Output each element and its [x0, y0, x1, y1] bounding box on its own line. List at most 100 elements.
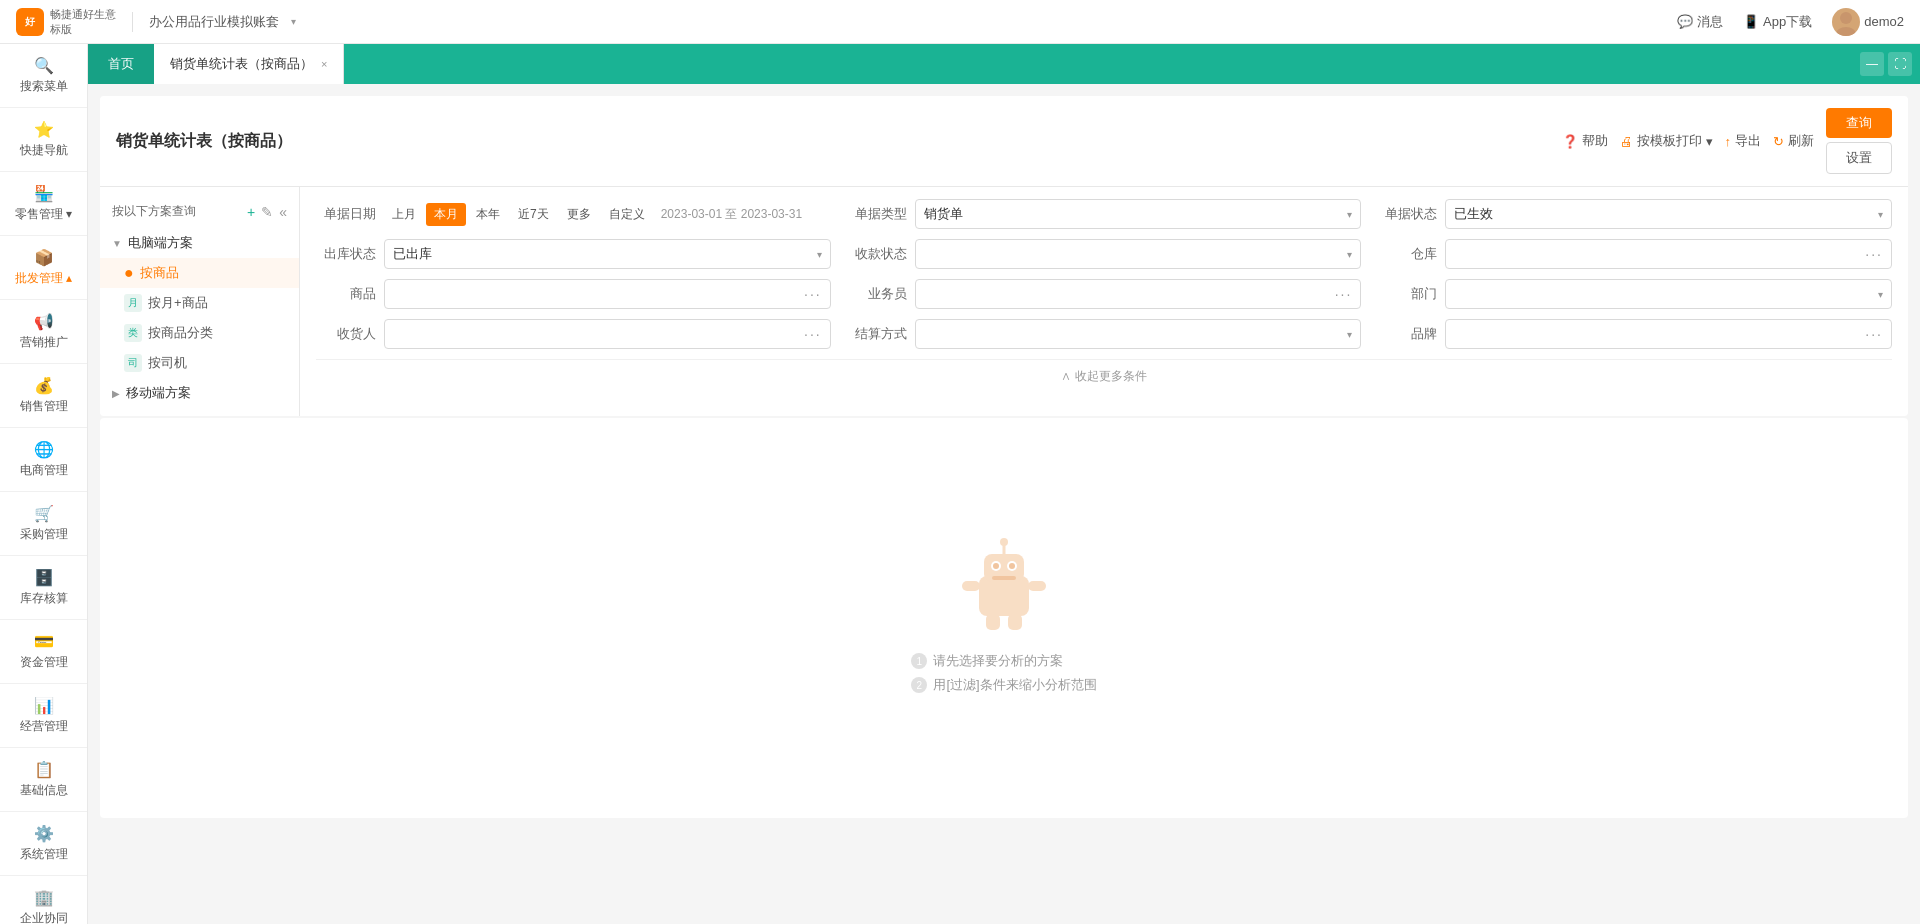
- filter-warehouse: 仓库 ···: [1377, 239, 1892, 269]
- ecommerce-icon: 🌐: [8, 440, 79, 459]
- date-tab-this-year[interactable]: 本年: [468, 203, 508, 226]
- sidebar-item-operations[interactable]: 📊 经营管理: [0, 684, 87, 748]
- tree-node-by-driver[interactable]: 司 按司机: [100, 348, 299, 378]
- filter-order-status: 单据状态 已生效 ▾: [1377, 199, 1892, 229]
- print-dropdown-icon[interactable]: ▾: [1706, 134, 1713, 149]
- avatar: [1832, 8, 1860, 36]
- svg-point-10: [1000, 538, 1008, 546]
- sidebar-item-ecommerce[interactable]: 🌐 电商管理: [0, 428, 87, 492]
- sidebar-item-purchase[interactable]: 🛒 采购管理: [0, 492, 87, 556]
- brand-control[interactable]: ···: [1445, 319, 1892, 349]
- collapse-scheme-icon[interactable]: «: [279, 204, 287, 220]
- filter-date: 单据日期 上月 本月 本年 近7天 更多 自定义: [316, 203, 831, 226]
- order-type-label: 单据类型: [847, 205, 907, 223]
- sidebar-item-marketing[interactable]: 📢 营销推广: [0, 300, 87, 364]
- order-type-control[interactable]: 销货单 ▾: [915, 199, 1362, 229]
- filter-receipt-status: 收款状态 ▾: [847, 239, 1362, 269]
- query-button[interactable]: 查询: [1826, 108, 1892, 138]
- help-button[interactable]: ❓ 帮助: [1562, 132, 1608, 150]
- tab-maximize-button[interactable]: ⛶: [1888, 52, 1912, 76]
- finance-icon: 💳: [8, 632, 79, 651]
- dept-control[interactable]: ▾: [1445, 279, 1892, 309]
- export-icon: ↑: [1725, 134, 1732, 149]
- refresh-button[interactable]: ↻ 刷新: [1773, 132, 1814, 150]
- right-panel: 单据日期 上月 本月 本年 近7天 更多 自定义: [300, 187, 1908, 416]
- filter-order-type: 单据类型 销货单 ▾: [847, 199, 1362, 229]
- sidebar-item-inventory[interactable]: 🗄️ 库存核算: [0, 556, 87, 620]
- date-tab-more[interactable]: 更多: [559, 203, 599, 226]
- tab-home[interactable]: 首页: [88, 44, 154, 84]
- filter-row-4: 收货人 ··· 结算方式 ▾: [316, 319, 1892, 349]
- sidebar-item-wholesale[interactable]: 📦 批发管理 ▴: [0, 236, 87, 300]
- export-button[interactable]: ↑ 导出: [1725, 132, 1762, 150]
- add-scheme-icon[interactable]: +: [247, 204, 255, 220]
- tab-close-icon[interactable]: ×: [321, 58, 327, 70]
- page-title: 销货单统计表（按商品）: [116, 131, 292, 152]
- tree-node-by-goods[interactable]: ● 按商品: [100, 258, 299, 288]
- sidebar-item-sales[interactable]: 💰 销售管理: [0, 364, 87, 428]
- message-icon: 💬: [1677, 14, 1693, 29]
- goods-label: 商品: [316, 285, 376, 303]
- salesperson-control[interactable]: ···: [915, 279, 1362, 309]
- sidebar-item-quick-nav[interactable]: ⭐ 快捷导航: [0, 108, 87, 172]
- print-button[interactable]: 🖨 按模板打印 ▾: [1620, 132, 1713, 150]
- collapse-bar[interactable]: ∧ 收起更多条件: [316, 359, 1892, 393]
- date-tab-7days[interactable]: 近7天: [510, 203, 557, 226]
- node-icon-category: 类: [124, 324, 142, 342]
- settings-button[interactable]: 设置: [1826, 142, 1892, 174]
- page-content: 销货单统计表（按商品） ❓ 帮助 🖨 按模板打印 ▾ ↑: [88, 84, 1920, 924]
- order-status-control[interactable]: 已生效 ▾: [1445, 199, 1892, 229]
- tip-num-2: 2: [911, 677, 927, 693]
- tree-node-by-month-goods[interactable]: 月 按月+商品: [100, 288, 299, 318]
- goods-control[interactable]: ···: [384, 279, 831, 309]
- messages-button[interactable]: 💬 消息: [1677, 13, 1723, 31]
- logo-icon: 好: [16, 8, 44, 36]
- tab-minimize-button[interactable]: —: [1860, 52, 1884, 76]
- enterprise-icon: 🏢: [8, 888, 79, 907]
- svg-rect-14: [1008, 614, 1022, 630]
- edit-scheme-icon[interactable]: ✎: [261, 204, 273, 220]
- sidebar-item-search[interactable]: 🔍 搜索菜单: [0, 44, 87, 108]
- brand-dots: ···: [1865, 326, 1883, 342]
- tree-expand-icon: ▼: [112, 238, 122, 249]
- header-left: 好 畅捷通好生意 标版 办公用品行业模拟账套 ▾: [16, 7, 296, 36]
- sidebar-item-finance[interactable]: 💳 资金管理: [0, 620, 87, 684]
- node-icon-month: 月: [124, 294, 142, 312]
- receiver-dots: ···: [804, 326, 822, 342]
- receiver-control[interactable]: ···: [384, 319, 831, 349]
- header-divider: [132, 12, 133, 32]
- sidebar-item-enterprise[interactable]: 🏢 企业协同: [0, 876, 87, 924]
- content-area: 首页 销货单统计表（按商品） × — ⛶ 销货单统计表（按商品） ❓: [88, 44, 1920, 924]
- date-tab-this-month[interactable]: 本月: [426, 203, 466, 226]
- user-menu[interactable]: demo2: [1832, 8, 1904, 36]
- tab-bar: 首页 销货单统计表（按商品） × — ⛶: [88, 44, 1920, 84]
- out-status-arrow: ▾: [817, 249, 822, 260]
- empty-tip-2: 2 用[过滤]条件来缩小分析范围: [911, 676, 1096, 694]
- settlement-control[interactable]: ▾: [915, 319, 1362, 349]
- warehouse-control[interactable]: ···: [1445, 239, 1892, 269]
- inventory-icon: 🗄️: [8, 568, 79, 587]
- filter-out-status: 出库状态 已出库 ▾: [316, 239, 831, 269]
- sidebar-item-basic[interactable]: 📋 基础信息: [0, 748, 87, 812]
- sidebar-item-system[interactable]: ⚙️ 系统管理: [0, 812, 87, 876]
- app-dropdown-icon[interactable]: ▾: [291, 16, 296, 27]
- svg-rect-13: [986, 614, 1000, 630]
- left-panel-icons: + ✎ «: [247, 204, 287, 220]
- operations-icon: 📊: [8, 696, 79, 715]
- tab-active[interactable]: 销货单统计表（按商品） ×: [154, 44, 344, 84]
- marketing-icon: 📢: [8, 312, 79, 331]
- app-name: 办公用品行业模拟账套: [149, 13, 279, 31]
- out-status-control[interactable]: 已出库 ▾: [384, 239, 831, 269]
- date-tab-last-month[interactable]: 上月: [384, 203, 424, 226]
- filter-row-1: 单据日期 上月 本月 本年 近7天 更多 自定义: [316, 199, 1892, 229]
- tree-node-by-category[interactable]: 类 按商品分类: [100, 318, 299, 348]
- receipt-status-control[interactable]: ▾: [915, 239, 1362, 269]
- print-icon: 🖨: [1620, 134, 1633, 149]
- empty-state: 1 请先选择要分析的方案 2 用[过滤]条件来缩小分析范围: [100, 418, 1908, 818]
- active-node-icon: ●: [124, 264, 134, 282]
- sidebar-item-retail[interactable]: 🏪 零售管理 ▾: [0, 172, 87, 236]
- filter-layout: 按以下方案查询 + ✎ « ▼ 电脑端方案 ●: [100, 187, 1908, 416]
- app-download-button[interactable]: 📱 App下载: [1743, 13, 1812, 31]
- date-tab-custom[interactable]: 自定义: [601, 203, 653, 226]
- left-panel: 按以下方案查询 + ✎ « ▼ 电脑端方案 ●: [100, 187, 300, 416]
